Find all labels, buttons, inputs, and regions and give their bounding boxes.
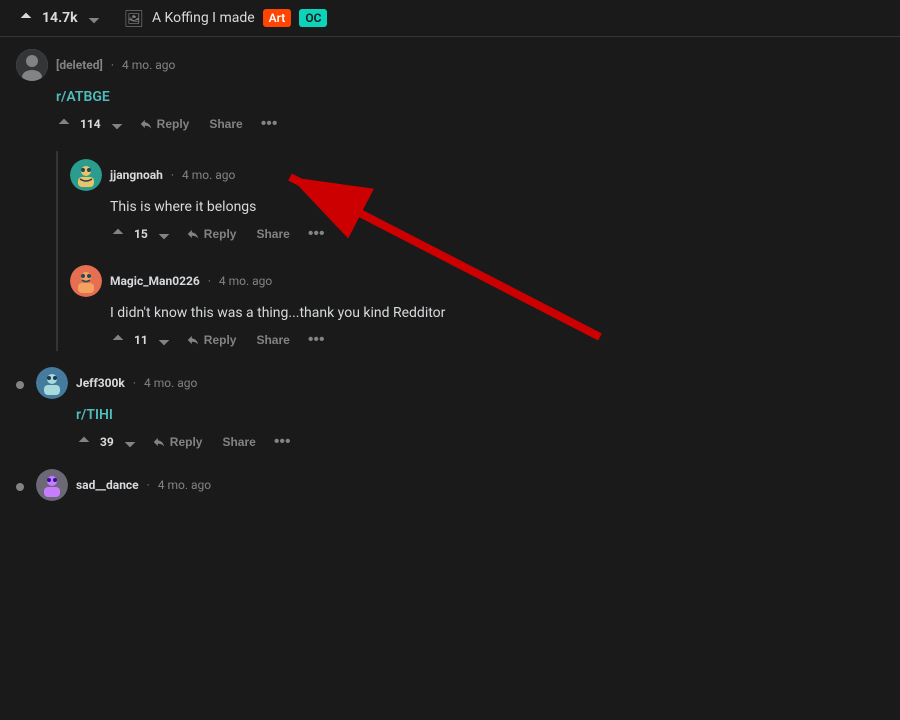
avatar-jeff — [36, 367, 68, 399]
share-button-c4[interactable]: Share — [216, 431, 261, 453]
username-sad: sad__dance — [76, 478, 139, 492]
username-deleted: [deleted] — [56, 58, 103, 72]
time-sad: 4 mo. ago — [158, 478, 211, 492]
post-vote-section: 14.7k — [16, 8, 104, 28]
tag-art[interactable]: Art — [263, 9, 292, 27]
comments-area: [deleted] · 4 mo. ago r/ATBGE 114 Rep — [0, 37, 900, 537]
share-button-c2[interactable]: Share — [250, 223, 295, 245]
time-deleted: 4 mo. ago — [122, 58, 175, 72]
time-magic: 4 mo. ago — [219, 274, 272, 288]
downvote-c4[interactable] — [122, 434, 138, 450]
time-jeff: 4 mo. ago — [144, 376, 197, 390]
bullet-sad — [16, 483, 24, 491]
link-atbge[interactable]: r/ATBGE — [56, 89, 110, 105]
username-jeff: Jeff300k — [76, 376, 125, 390]
vote-count-c1: 114 — [80, 117, 101, 131]
downvote-icon[interactable] — [84, 8, 104, 28]
upvote-c4[interactable] — [76, 434, 92, 450]
downvote-c2[interactable] — [156, 226, 172, 242]
comment-magic-man: Magic_Man0226 · 4 mo. ago I didn't know … — [70, 257, 884, 351]
upvote-icon[interactable] — [16, 8, 36, 28]
comment-header-magic: Magic_Man0226 · 4 mo. ago — [70, 265, 884, 297]
vote-count-c2: 15 — [134, 227, 148, 241]
upvote-c1[interactable] — [56, 116, 72, 132]
reply-button-c2[interactable]: Reply — [180, 223, 243, 245]
avatar-jjangnoah — [70, 159, 102, 191]
post-title: A Koffing I made — [152, 10, 255, 26]
tag-oc[interactable]: OC — [299, 9, 327, 27]
post-title-section: 🖼 A Koffing I made Art OC — [124, 9, 328, 28]
comment-text-magic: I didn't know this was a thing...thank y… — [110, 305, 884, 321]
more-button-c4[interactable]: ••• — [270, 433, 295, 451]
share-button-c1[interactable]: Share — [203, 113, 248, 135]
timestamp-deleted: · — [111, 58, 114, 72]
post-vote-count: 14.7k — [42, 10, 78, 26]
username-jjangnoah: jjangnoah — [110, 168, 163, 182]
upvote-c2[interactable] — [110, 226, 126, 242]
link-tihi[interactable]: r/TIHI — [76, 407, 113, 423]
share-button-c3[interactable]: Share — [250, 329, 295, 351]
comment-body-magic: I didn't know this was a thing...thank y… — [110, 305, 884, 351]
comment-header-jeff: Jeff300k · 4 mo. ago — [36, 367, 884, 399]
comment-text-jjangnoah: This is where it belongs — [110, 199, 884, 215]
comment-deleted: [deleted] · 4 mo. ago r/ATBGE 114 Rep — [16, 49, 884, 135]
upvote-c3[interactable] — [110, 332, 126, 348]
comment-body-jeff: r/TIHI 39 Reply — [76, 407, 884, 453]
comment-body-deleted: r/ATBGE 114 Reply Share — [56, 89, 884, 135]
avatar-magic — [70, 265, 102, 297]
time-jjangnoah: 4 mo. ago — [182, 168, 235, 182]
reply-button-c4[interactable]: Reply — [146, 431, 209, 453]
reply-button-c3[interactable]: Reply — [180, 329, 243, 351]
avatar-deleted — [16, 49, 48, 81]
comment-body-jjangnoah: This is where it belongs 15 Reply — [110, 199, 884, 245]
comments-wrapper: [deleted] · 4 mo. ago r/ATBGE 114 Rep — [0, 37, 900, 537]
image-icon: 🖼 — [124, 9, 144, 28]
downvote-c3[interactable] — [156, 332, 172, 348]
avatar-sad — [36, 469, 68, 501]
comment-header-deleted: [deleted] · 4 mo. ago — [16, 49, 884, 81]
more-button-c2[interactable]: ••• — [304, 225, 329, 243]
comment-jjangnoah: jjangnoah · 4 mo. ago This is where it b… — [70, 151, 884, 245]
comment-jeff: Jeff300k · 4 mo. ago r/TIHI 39 — [16, 367, 884, 453]
comment-sad-dance: sad__dance · 4 mo. ago — [16, 469, 884, 509]
comment-actions-jeff: 39 Reply Share ••• — [76, 431, 884, 453]
username-magic: Magic_Man0226 — [110, 274, 200, 288]
comment-actions-deleted: 114 Reply Share ••• — [56, 113, 884, 135]
reply-button-c1[interactable]: Reply — [133, 113, 196, 135]
bullet-jeff — [16, 381, 24, 389]
comment-actions-magic: 11 Reply Share ••• — [110, 329, 884, 351]
nested-thread: jjangnoah · 4 mo. ago This is where it b… — [56, 151, 884, 351]
top-bar: 14.7k 🖼 A Koffing I made Art OC — [0, 0, 900, 37]
comment-header-sad: sad__dance · 4 mo. ago — [36, 469, 884, 501]
vote-count-c3: 11 — [134, 333, 148, 347]
comment-header-jjangnoah: jjangnoah · 4 mo. ago — [70, 159, 884, 191]
more-button-c3[interactable]: ••• — [304, 331, 329, 349]
vote-count-c4: 39 — [100, 435, 114, 449]
downvote-c1[interactable] — [109, 116, 125, 132]
comment-actions-jjangnoah: 15 Reply Share ••• — [110, 223, 884, 245]
more-button-c1[interactable]: ••• — [257, 115, 282, 133]
